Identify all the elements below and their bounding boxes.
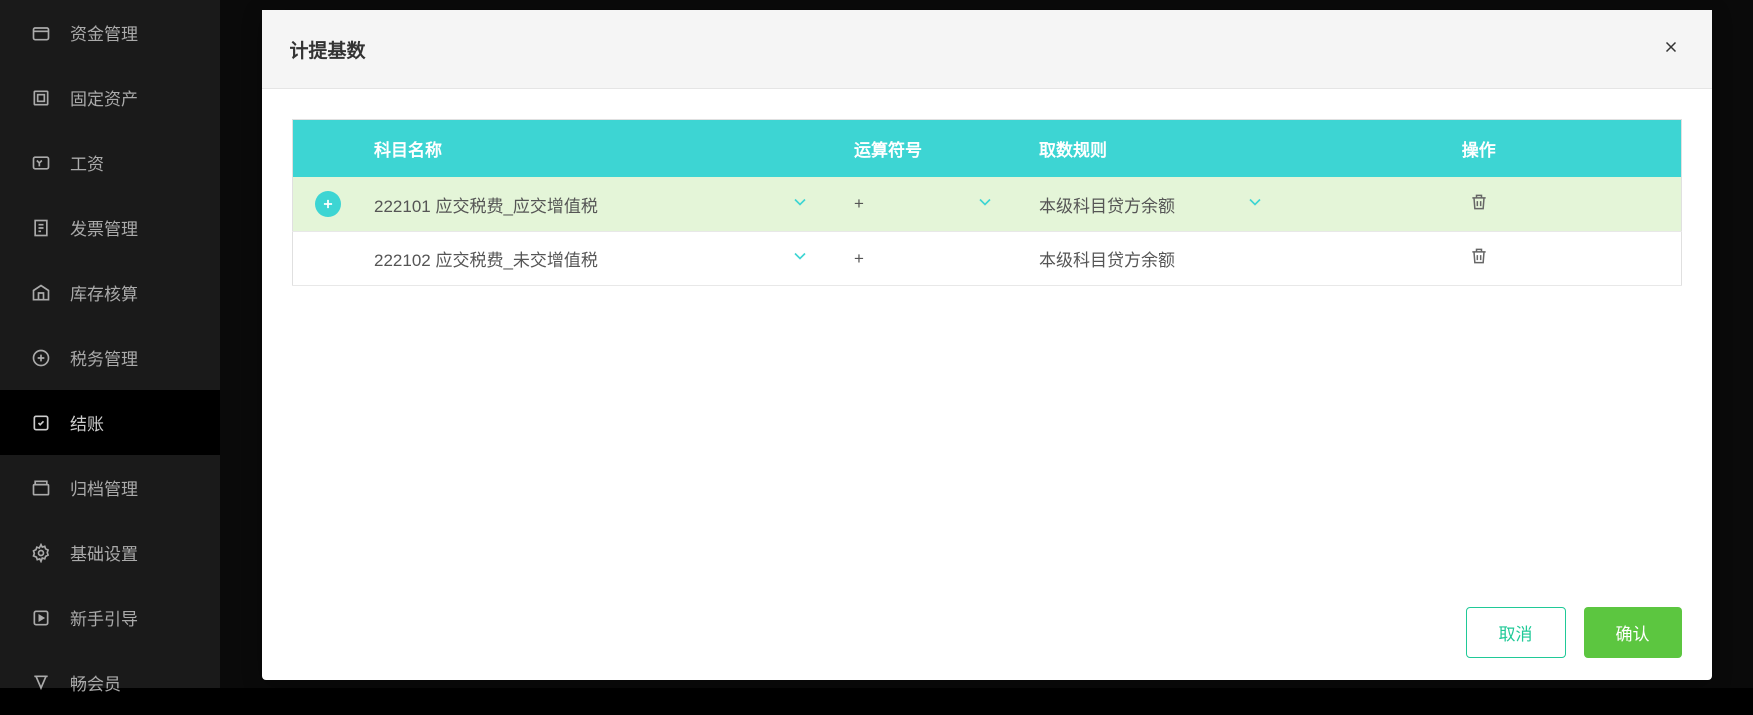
chevron-down-icon[interactable] [975,192,995,217]
funds-icon [30,22,52,44]
rule-value: 本级科目贷方余额 [1039,192,1175,217]
vip-icon [30,672,52,694]
chevron-down-icon[interactable] [790,246,810,271]
sidebar-item-label: 工资 [70,150,104,175]
close-icon[interactable] [1658,32,1684,66]
table-header-rule: 取数规则 [1027,120,1277,178]
sidebar-item-vip[interactable]: 畅会员 [0,650,220,715]
sidebar-item-salary[interactable]: 工资 [0,130,220,195]
rule-cell[interactable]: 本级科目贷方余额 [1027,177,1277,232]
add-row-button[interactable] [315,191,341,217]
table-header-subject: 科目名称 [362,120,842,178]
modal-header: 计提基数 [262,10,1712,89]
modal-body: 科目名称 运算符号 取数规则 操作 [262,89,1712,589]
action-cell [1277,177,1681,232]
sidebar-item-label: 畅会员 [70,670,121,695]
delete-icon[interactable] [1469,246,1489,266]
operator-cell[interactable]: + [842,177,1027,232]
action-cell [1277,232,1681,286]
sidebar-item-label: 归档管理 [70,475,138,500]
sidebar-item-guide[interactable]: 新手引导 [0,585,220,650]
archive-icon [30,477,52,499]
table-header-action: 操作 [1277,120,1681,178]
modal-title: 计提基数 [290,36,366,63]
sidebar-item-label: 发票管理 [70,215,138,240]
sidebar-item-invoice[interactable]: 发票管理 [0,195,220,260]
guide-icon [30,607,52,629]
rule-value: 本级科目贷方余额 [1039,246,1175,271]
table-row: 222101 应交税费_应交增值税 + [292,177,1681,232]
rule-cell[interactable]: 本级科目贷方余额 [1027,232,1277,286]
provision-table: 科目名称 运算符号 取数规则 操作 [292,119,1682,286]
gear-icon [30,542,52,564]
table-header-operator: 运算符号 [842,120,1027,178]
closing-icon [30,412,52,434]
sidebar: 资金管理 固定资产 工资 发票管理 库存核算 税务管理 结账 [0,0,220,688]
sidebar-item-tax[interactable]: 税务管理 [0,325,220,390]
subject-cell[interactable]: 222101 应交税费_应交增值税 [362,177,842,232]
subject-value: 222102 应交税费_未交增值税 [374,246,598,271]
sidebar-item-label: 固定资产 [70,85,138,110]
sidebar-item-archive[interactable]: 归档管理 [0,455,220,520]
modal-footer: 取消 确认 [262,589,1712,680]
delete-icon[interactable] [1469,192,1489,212]
assets-icon [30,87,52,109]
table-header-add [292,120,362,178]
sidebar-item-label: 结账 [70,410,104,435]
tax-icon [30,347,52,369]
salary-icon [30,152,52,174]
subject-cell[interactable]: 222102 应交税费_未交增值税 [362,232,842,286]
sidebar-item-label: 基础设置 [70,540,138,565]
confirm-button[interactable]: 确认 [1584,607,1682,658]
inventory-icon [30,282,52,304]
add-cell [292,177,362,232]
provision-base-modal: 计提基数 科目名称 运算符号 取数规则 操作 [262,10,1712,680]
sidebar-item-label: 库存核算 [70,280,138,305]
chevron-down-icon[interactable] [790,192,810,217]
sidebar-item-label: 资金管理 [70,20,138,45]
sidebar-item-label: 税务管理 [70,345,138,370]
operator-value: + [854,249,864,269]
sidebar-item-closing[interactable]: 结账 [0,390,220,455]
add-cell [292,232,362,286]
sidebar-item-settings[interactable]: 基础设置 [0,520,220,585]
sidebar-item-funds[interactable]: 资金管理 [0,0,220,65]
sidebar-item-label: 新手引导 [70,605,138,630]
cancel-button[interactable]: 取消 [1466,607,1566,658]
sidebar-item-inventory[interactable]: 库存核算 [0,260,220,325]
invoice-icon [30,217,52,239]
modal-overlay: 计提基数 科目名称 运算符号 取数规则 操作 [220,0,1753,688]
chevron-down-icon[interactable] [1245,192,1265,217]
operator-value: + [854,194,864,214]
sidebar-item-assets[interactable]: 固定资产 [0,65,220,130]
table-row: 222102 应交税费_未交增值税 + [292,232,1681,286]
subject-value: 222101 应交税费_应交增值税 [374,192,598,217]
operator-cell[interactable]: + [842,232,1027,286]
